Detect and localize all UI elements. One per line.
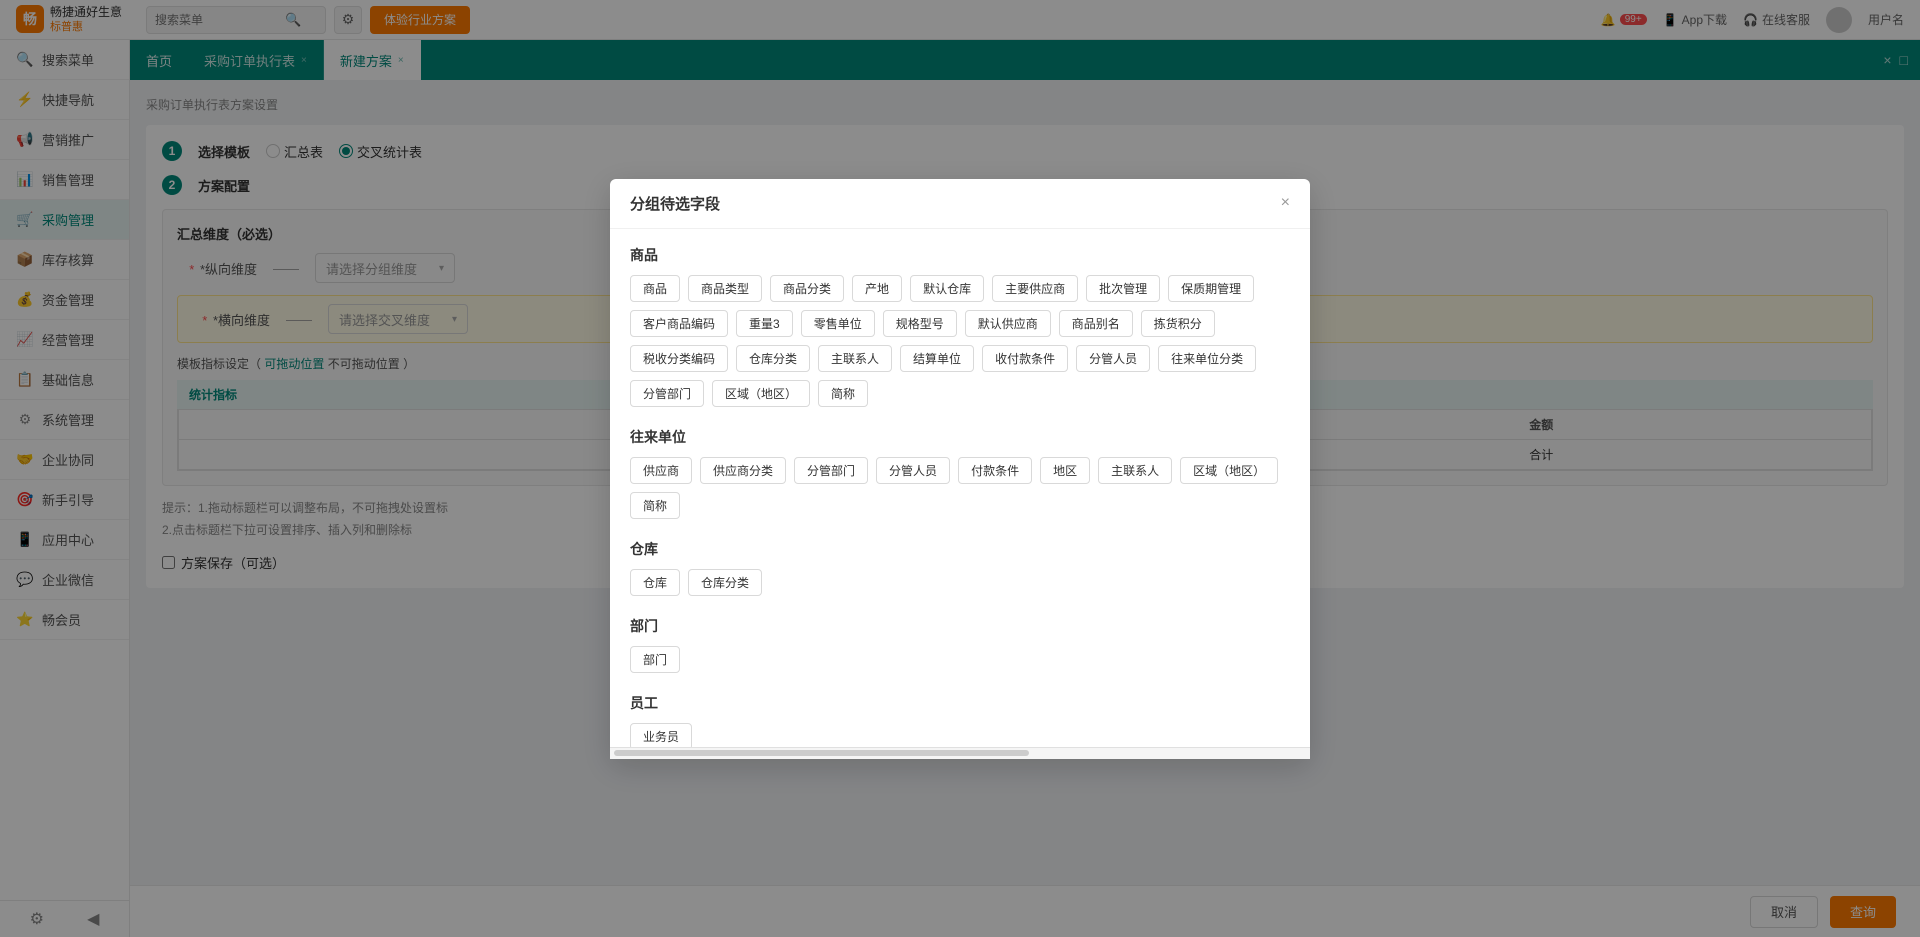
field-tag[interactable]: 主要供应商 [992, 275, 1078, 302]
field-tag[interactable]: 分管人员 [1076, 345, 1150, 372]
field-tag[interactable]: 税收分类编码 [630, 345, 728, 372]
field-tag[interactable]: 商品类型 [688, 275, 762, 302]
field-tag[interactable]: 商品分类 [770, 275, 844, 302]
field-tag[interactable]: 商品 [630, 275, 680, 302]
field-tag[interactable]: 分管人员 [876, 457, 950, 484]
field-tags-product: 商品 商品类型 商品分类 产地 默认仓库 主要供应商 批次管理 保质期管理 客户… [630, 275, 1290, 407]
modal-overlay: 分组待选字段 × 商品 商品 商品类型 商品分类 产地 默认仓库 主要供应商 批… [0, 0, 1920, 937]
modal-title: 分组待选字段 [630, 193, 720, 214]
field-tag[interactable]: 地区 [1040, 457, 1090, 484]
field-tag[interactable]: 重量3 [736, 310, 793, 337]
field-group-dept: 部门 部门 [630, 616, 1290, 673]
field-tag[interactable]: 零售单位 [801, 310, 875, 337]
field-group-employee: 员工 业务员 [630, 693, 1290, 748]
field-tags-employee: 业务员 [630, 723, 1290, 748]
field-tag[interactable]: 仓库分类 [688, 569, 762, 596]
field-tag[interactable]: 产地 [852, 275, 902, 302]
field-select-modal: 分组待选字段 × 商品 商品 商品类型 商品分类 产地 默认仓库 主要供应商 批… [610, 179, 1310, 759]
field-tag[interactable]: 主联系人 [818, 345, 892, 372]
field-tag[interactable]: 付款条件 [958, 457, 1032, 484]
field-group-warehouse: 仓库 仓库 仓库分类 [630, 539, 1290, 596]
modal-scrollbar-h[interactable] [610, 747, 1310, 758]
field-group-title-partner: 往来单位 [630, 427, 1290, 447]
field-tag[interactable]: 结算单位 [900, 345, 974, 372]
field-tag[interactable]: 默认仓库 [910, 275, 984, 302]
field-tag[interactable]: 供应商 [630, 457, 692, 484]
field-tag[interactable]: 分管部门 [794, 457, 868, 484]
field-tag[interactable]: 部门 [630, 646, 680, 673]
field-tag[interactable]: 简称 [818, 380, 868, 407]
field-tag[interactable]: 区域（地区） [712, 380, 810, 407]
field-tag[interactable]: 分管部门 [630, 380, 704, 407]
field-group-title-employee: 员工 [630, 693, 1290, 713]
field-tag[interactable]: 收付款条件 [982, 345, 1068, 372]
modal-close-button[interactable]: × [1281, 194, 1290, 212]
field-tag[interactable]: 保质期管理 [1168, 275, 1254, 302]
field-group-product: 商品 商品 商品类型 商品分类 产地 默认仓库 主要供应商 批次管理 保质期管理… [630, 245, 1290, 407]
field-tag[interactable]: 简称 [630, 492, 680, 519]
field-tag[interactable]: 批次管理 [1086, 275, 1160, 302]
field-tag[interactable]: 客户商品编码 [630, 310, 728, 337]
field-tag[interactable]: 供应商分类 [700, 457, 786, 484]
field-tag[interactable]: 拣货积分 [1141, 310, 1215, 337]
field-tag[interactable]: 区域（地区） [1180, 457, 1278, 484]
field-tag[interactable]: 仓库分类 [736, 345, 810, 372]
modal-body: 商品 商品 商品类型 商品分类 产地 默认仓库 主要供应商 批次管理 保质期管理… [610, 229, 1310, 748]
field-group-title-warehouse: 仓库 [630, 539, 1290, 559]
field-tag[interactable]: 主联系人 [1098, 457, 1172, 484]
modal-header: 分组待选字段 × [610, 179, 1310, 229]
field-group-title-product: 商品 [630, 245, 1290, 265]
field-group-title-dept: 部门 [630, 616, 1290, 636]
field-group-partner: 往来单位 供应商 供应商分类 分管部门 分管人员 付款条件 地区 主联系人 区域… [630, 427, 1290, 519]
field-tags-warehouse: 仓库 仓库分类 [630, 569, 1290, 596]
field-tag[interactable]: 业务员 [630, 723, 692, 748]
field-tag[interactable]: 规格型号 [883, 310, 957, 337]
field-tag[interactable]: 默认供应商 [965, 310, 1051, 337]
field-tag[interactable]: 仓库 [630, 569, 680, 596]
field-tags-partner: 供应商 供应商分类 分管部门 分管人员 付款条件 地区 主联系人 区域（地区） … [630, 457, 1290, 519]
field-tag[interactable]: 商品别名 [1059, 310, 1133, 337]
field-tags-dept: 部门 [630, 646, 1290, 673]
field-tag[interactable]: 往来单位分类 [1158, 345, 1256, 372]
